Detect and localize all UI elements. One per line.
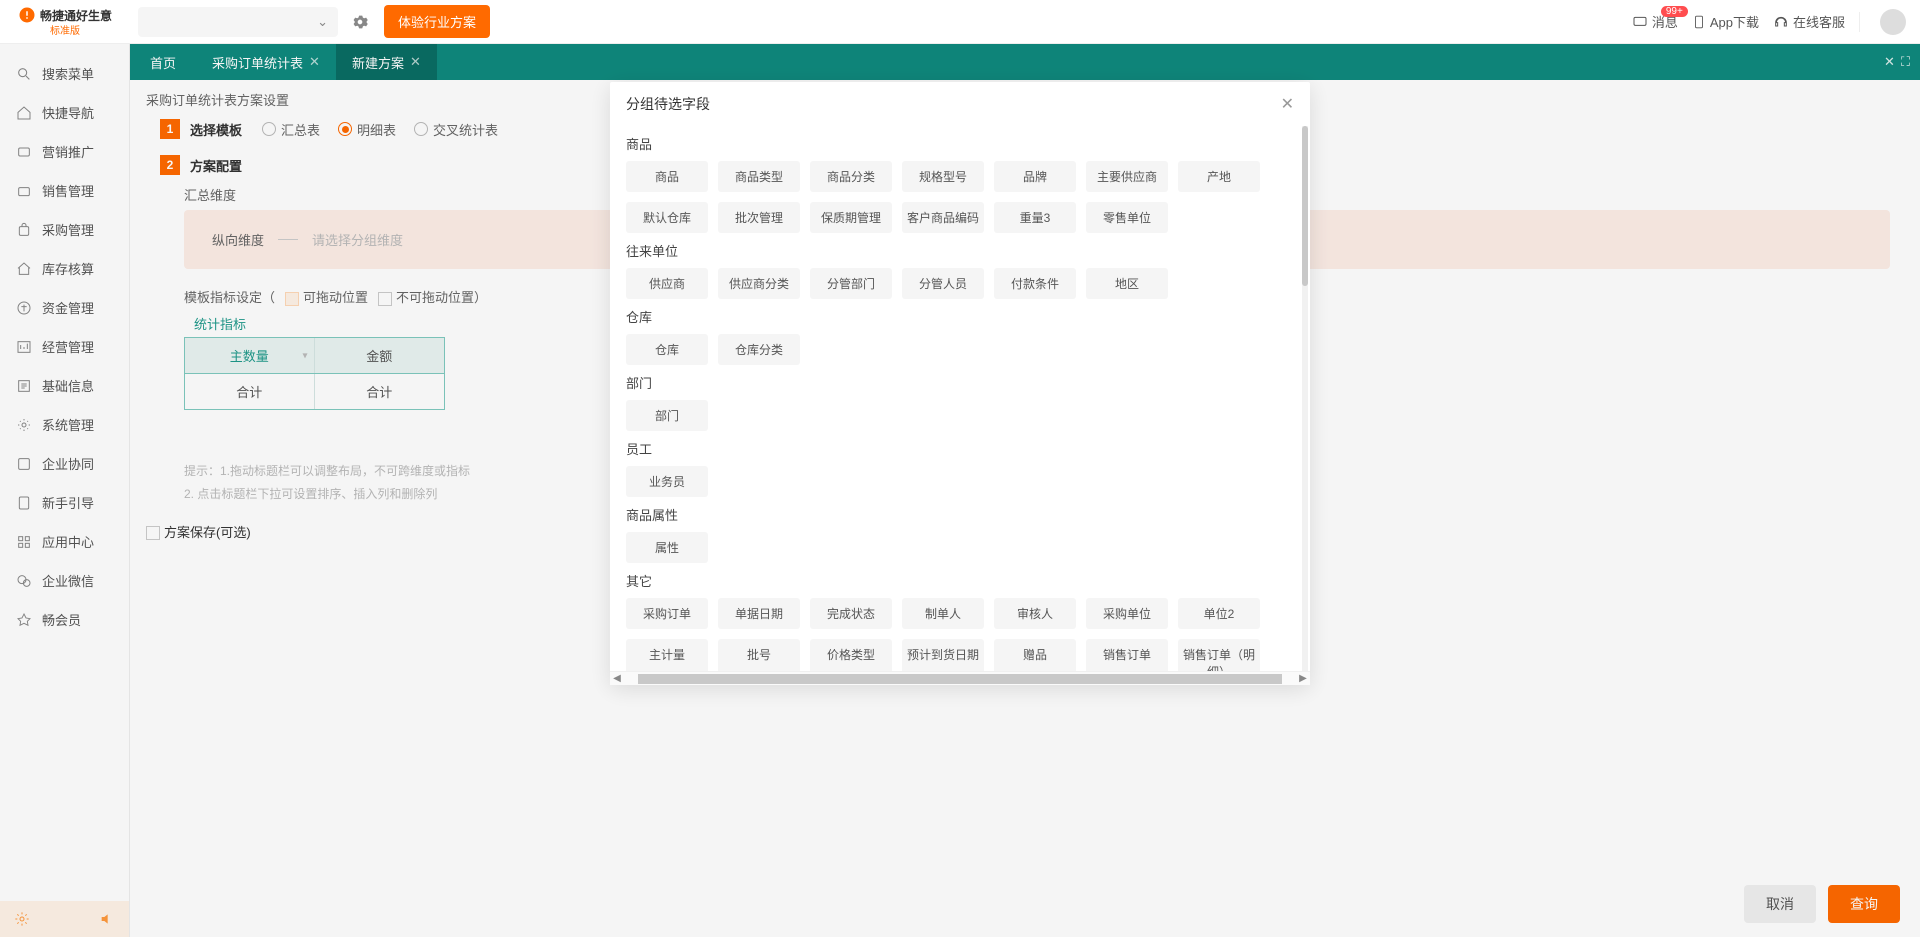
field-chip[interactable]: 商品分类 bbox=[810, 161, 892, 192]
field-group-2: 仓库仓库仓库分类 bbox=[626, 307, 1294, 365]
field-chip[interactable]: 商品 bbox=[626, 161, 708, 192]
field-chip[interactable]: 规格型号 bbox=[902, 161, 984, 192]
field-group-title: 商品属性 bbox=[626, 505, 1294, 524]
modal-body: 商品商品商品类型商品分类规格型号品牌主要供应商产地默认仓库批次管理保质期管理客户… bbox=[610, 126, 1310, 671]
phone-icon bbox=[1692, 14, 1706, 30]
field-chip[interactable]: 品牌 bbox=[994, 161, 1076, 192]
topbar-right: 消息 99+ App下载 在线客服 bbox=[1632, 9, 1906, 35]
avatar[interactable] bbox=[1880, 9, 1906, 35]
field-group-title: 部门 bbox=[626, 373, 1294, 392]
modal-mask: 分组待选字段 ✕ 商品商品商品类型商品分类规格型号品牌主要供应商产地默认仓库批次… bbox=[0, 44, 1920, 937]
messages-link[interactable]: 消息 99+ bbox=[1632, 12, 1678, 31]
field-chip[interactable]: 价格类型 bbox=[810, 639, 892, 671]
field-chip[interactable]: 采购订单 bbox=[626, 598, 708, 629]
field-chip[interactable]: 制单人 bbox=[902, 598, 984, 629]
field-group-title: 其它 bbox=[626, 571, 1294, 590]
scroll-left-icon[interactable]: ◀ bbox=[610, 673, 624, 684]
field-group-title: 往来单位 bbox=[626, 241, 1294, 260]
modal-title: 分组待选字段 bbox=[626, 94, 710, 114]
field-group-5: 商品属性属性 bbox=[626, 505, 1294, 563]
field-chip[interactable]: 零售单位 bbox=[1086, 202, 1168, 233]
field-group-title: 商品 bbox=[626, 134, 1294, 153]
field-chip[interactable]: 赠品 bbox=[994, 639, 1076, 671]
field-chip[interactable]: 批次管理 bbox=[718, 202, 800, 233]
field-chip[interactable]: 审核人 bbox=[994, 598, 1076, 629]
field-chip[interactable]: 主计量 bbox=[626, 639, 708, 671]
field-chip[interactable]: 单位2 bbox=[1178, 598, 1260, 629]
messages-badge: 99+ bbox=[1661, 6, 1688, 17]
modal-horizontal-scroll[interactable]: ◀ ▶ bbox=[610, 671, 1310, 685]
field-chip[interactable]: 默认仓库 bbox=[626, 202, 708, 233]
app-download-label: App下载 bbox=[1710, 12, 1759, 31]
field-chip[interactable]: 批号 bbox=[718, 639, 800, 671]
settings-button[interactable] bbox=[346, 8, 374, 36]
field-group-6: 其它采购订单单据日期完成状态制单人审核人采购单位单位2 主计量批号价格类型预计到货… bbox=[626, 571, 1294, 671]
field-chip[interactable]: 业务员 bbox=[626, 466, 708, 497]
field-group-title: 员工 bbox=[626, 439, 1294, 458]
brand-icon bbox=[18, 6, 36, 24]
topbar: 畅捷通好生意 标准版 ⌄ 体验行业方案 消息 99+ App下载 在线客服 bbox=[0, 0, 1920, 44]
field-chip[interactable]: 供应商分类 bbox=[718, 268, 800, 299]
message-icon bbox=[1632, 14, 1648, 30]
field-chip[interactable]: 完成状态 bbox=[810, 598, 892, 629]
field-chip[interactable]: 分管人员 bbox=[902, 268, 984, 299]
field-chip[interactable]: 主要供应商 bbox=[1086, 161, 1168, 192]
field-chip[interactable]: 部门 bbox=[626, 400, 708, 431]
field-chip[interactable]: 重量3 bbox=[994, 202, 1076, 233]
field-chip[interactable]: 预计到货日期 bbox=[902, 639, 984, 671]
scroll-right-icon[interactable]: ▶ bbox=[1296, 673, 1310, 684]
try-industry-button[interactable]: 体验行业方案 bbox=[384, 5, 490, 38]
divider bbox=[1859, 12, 1860, 32]
field-chip[interactable]: 产地 bbox=[1178, 161, 1260, 192]
app-download-link[interactable]: App下载 bbox=[1692, 12, 1759, 31]
modal-header: 分组待选字段 ✕ bbox=[610, 82, 1310, 126]
online-service-label: 在线客服 bbox=[1793, 12, 1845, 31]
field-group-4: 员工业务员 bbox=[626, 439, 1294, 497]
company-selector[interactable]: ⌄ bbox=[138, 7, 338, 37]
close-icon[interactable]: ✕ bbox=[1281, 94, 1294, 114]
field-chip[interactable]: 供应商 bbox=[626, 268, 708, 299]
field-chip[interactable]: 地区 bbox=[1086, 268, 1168, 299]
field-chip[interactable]: 保质期管理 bbox=[810, 202, 892, 233]
field-chip[interactable]: 客户商品编码 bbox=[902, 202, 984, 233]
field-chip[interactable]: 分管部门 bbox=[810, 268, 892, 299]
field-select-modal: 分组待选字段 ✕ 商品商品商品类型商品分类规格型号品牌主要供应商产地默认仓库批次… bbox=[610, 82, 1310, 685]
online-service-link[interactable]: 在线客服 bbox=[1773, 12, 1845, 31]
field-chip[interactable]: 单据日期 bbox=[718, 598, 800, 629]
headset-icon bbox=[1773, 14, 1789, 30]
gear-icon bbox=[352, 14, 368, 30]
field-chip[interactable]: 销售订单 bbox=[1086, 639, 1168, 671]
field-chip[interactable]: 商品类型 bbox=[718, 161, 800, 192]
field-group-0: 商品商品商品类型商品分类规格型号品牌主要供应商产地默认仓库批次管理保质期管理客户… bbox=[626, 134, 1294, 233]
chevron-down-icon: ⌄ bbox=[317, 14, 328, 30]
modal-scrollbar[interactable] bbox=[1302, 126, 1308, 671]
field-chip[interactable]: 付款条件 bbox=[994, 268, 1076, 299]
field-chip[interactable]: 属性 bbox=[626, 532, 708, 563]
modal-scrollbar-thumb[interactable] bbox=[1302, 126, 1308, 286]
field-group-3: 部门部门 bbox=[626, 373, 1294, 431]
field-group-title: 仓库 bbox=[626, 307, 1294, 326]
brand-text: 畅捷通好生意 bbox=[40, 7, 112, 24]
field-group-1: 往来单位供应商供应商分类分管部门分管人员付款条件地区 bbox=[626, 241, 1294, 299]
logo: 畅捷通好生意 标准版 bbox=[0, 0, 130, 44]
field-chip[interactable]: 仓库 bbox=[626, 334, 708, 365]
field-chip[interactable]: 仓库分类 bbox=[718, 334, 800, 365]
brand-edition: 标准版 bbox=[50, 22, 80, 37]
field-chip[interactable]: 采购单位 bbox=[1086, 598, 1168, 629]
field-chip[interactable]: 销售订单（明细） bbox=[1178, 639, 1260, 671]
h-scrollbar-thumb[interactable] bbox=[638, 674, 1282, 684]
